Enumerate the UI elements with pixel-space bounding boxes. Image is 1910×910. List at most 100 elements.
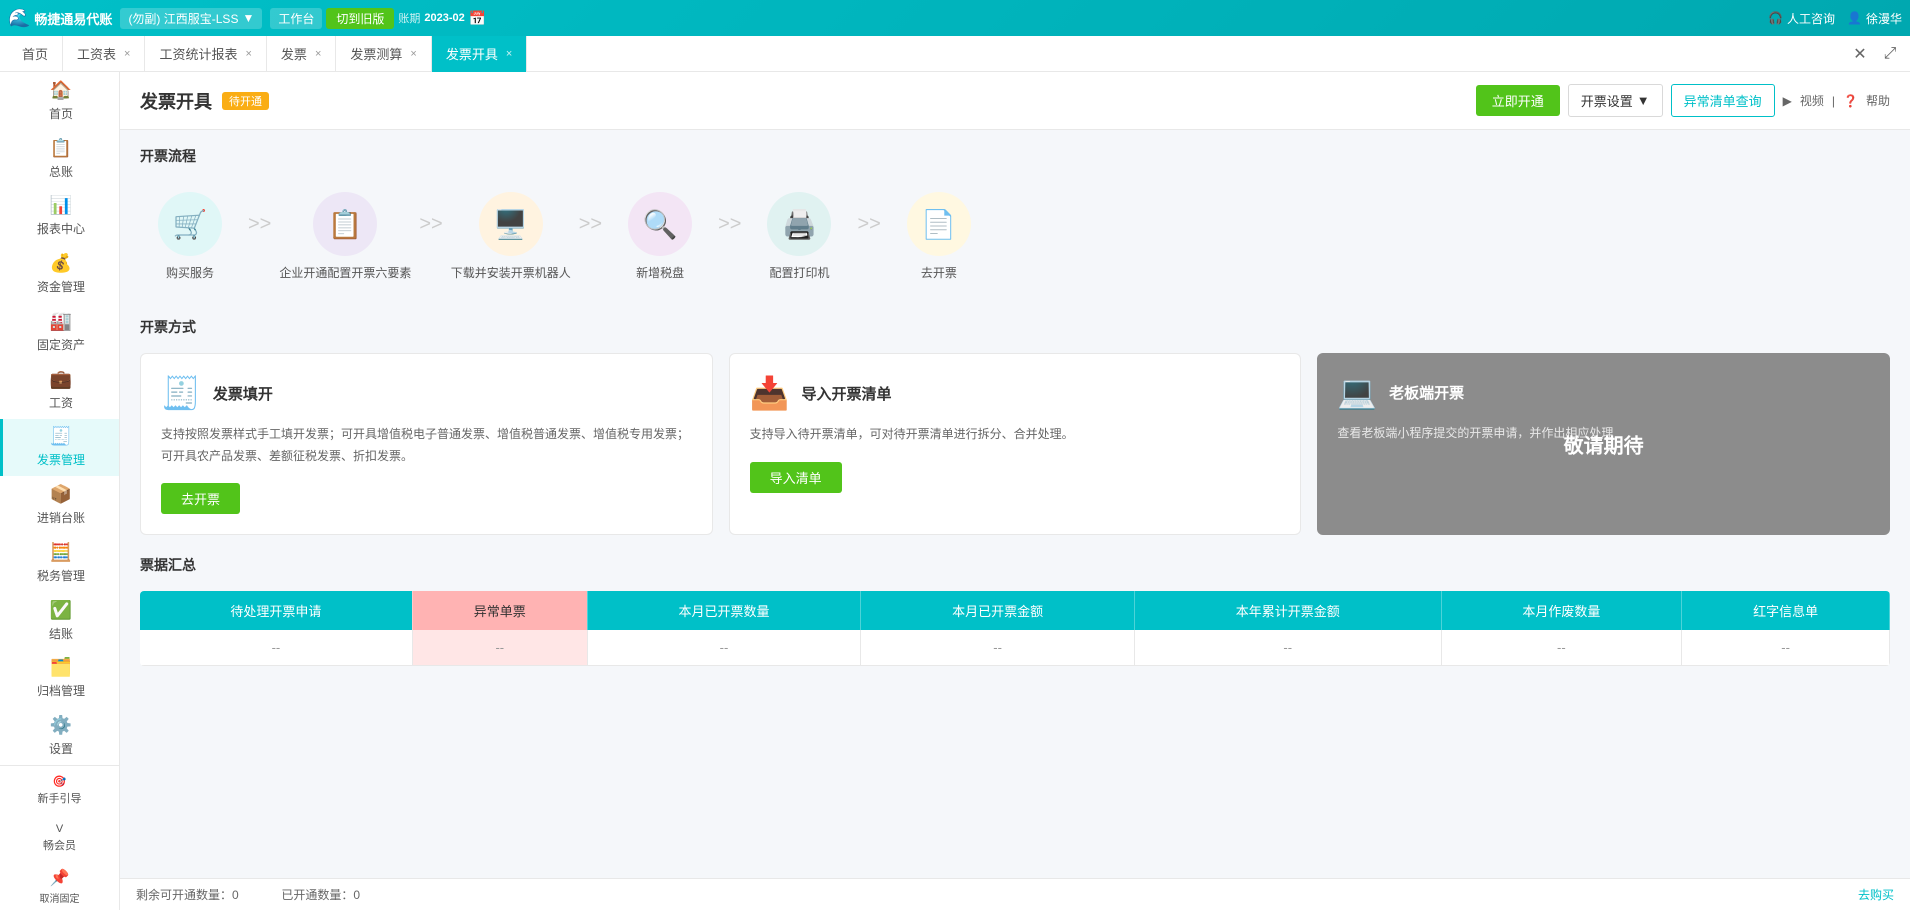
vip-icon: V xyxy=(56,823,63,835)
assets-icon: 🏭 xyxy=(50,311,72,332)
methods-grid: 🧾 发票填开 支持按照发票样式手工填开发票；可开具增值税电子普通发票、增值税普通… xyxy=(140,353,1890,535)
help-area: ▶ 视频 | ❓ 帮助 xyxy=(1783,92,1890,109)
nav-tabs-bar: 首页 工资表 × 工资统计报表 × 发票 × 发票测算 × 发票开具 × ✕ ⤢ xyxy=(0,36,1910,72)
stats-cell-today-amount: -- xyxy=(861,630,1135,666)
company-selector[interactable]: (勿副) 江西服宝-LSS ▼ xyxy=(120,8,262,29)
method-card-manual: 🧾 发票填开 支持按照发票样式手工填开发票；可开具增值税电子普通发票、增值税普通… xyxy=(140,353,713,535)
query-btn[interactable]: 异常清单查询 xyxy=(1671,84,1775,117)
reports-icon: 📊 xyxy=(50,195,72,216)
stats-cell-void-count: -- xyxy=(1441,630,1682,666)
sidebar-item-settlement[interactable]: ✅ 结账 xyxy=(0,592,119,650)
tab-salary[interactable]: 工资表 × xyxy=(63,36,145,72)
stats-header-abnormal: 异常单票 xyxy=(412,591,587,630)
sidebar-item-guide[interactable]: 🎯 新手引导 xyxy=(0,766,119,814)
sidebar-item-pin[interactable]: 📌 取消固定 xyxy=(0,862,119,910)
tab-home[interactable]: 首页 xyxy=(8,36,63,72)
stats-cell-today-count: -- xyxy=(587,630,861,666)
chevron-down-icon: ▼ xyxy=(1637,93,1650,108)
manual-fill-btn[interactable]: 去开票 xyxy=(161,483,240,514)
process-flow-title: 开票流程 xyxy=(140,146,1890,166)
pin-icon: 📌 xyxy=(50,868,70,888)
arrow-2: >> xyxy=(419,213,442,260)
switch-old-btn[interactable]: 切到旧版 xyxy=(326,8,394,29)
calendar-icon[interactable]: 📅 xyxy=(469,10,486,27)
top-bar-left: 🌊 畅捷通易代账 (勿副) 江西服宝-LSS ▼ 工作台 切到旧版 账期 202… xyxy=(8,8,486,29)
opening-methods-section: 开票方式 🧾 发票填开 支持按照发票样式手工填开发票；可开具增值税电子普通发票、… xyxy=(120,317,1910,551)
top-bar: 🌊 畅捷通易代账 (勿副) 江西服宝-LSS ▼ 工作台 切到旧版 账期 202… xyxy=(0,0,1910,36)
stats-header-pending: 待处理开票申请 xyxy=(140,591,412,630)
page-header: 发票开具 待开通 立即开通 开票设置 ▼ 异常清单查询 ▶ 视频 | ❓ 帮助 xyxy=(120,72,1910,130)
guide-icon: 🎯 xyxy=(53,775,67,788)
app-logo: 🌊 畅捷通易代账 xyxy=(8,8,112,29)
printer-label: 配置打印机 xyxy=(769,264,829,281)
tab-salary-report[interactable]: 工资统计报表 × xyxy=(145,36,266,72)
period-label: 账期 xyxy=(398,10,420,26)
service-btn[interactable]: 🎧 人工咨询 xyxy=(1768,10,1835,27)
top-bar-right: 🎧 人工咨询 👤 徐漫华 xyxy=(1768,10,1902,27)
sidebar-item-salary[interactable]: 💼 工资 xyxy=(0,361,119,419)
stats-table: 待处理开票申请 异常单票 本月已开票数量 本月已开票金额 本年累计开票金额 本月… xyxy=(140,591,1890,666)
method-card-boss: 💻 老板端开票 查看老板端小程序提交的开票申请，并作出相应处理 敬请期待 xyxy=(1317,353,1890,535)
sidebar-item-assets[interactable]: 🏭 固定资产 xyxy=(0,303,119,361)
buy-service-circle: 🛒 xyxy=(158,192,222,256)
sidebar-item-settings[interactable]: ⚙️ 设置 xyxy=(0,707,119,765)
process-step-taxdisk: 🔍 新增税盘 xyxy=(610,192,710,281)
sidebar-item-home[interactable]: 🏠 首页 xyxy=(0,72,119,130)
sidebar-item-invoice-mgmt[interactable]: 🧾 发票管理 xyxy=(0,419,119,477)
close-tab-invoice-open[interactable]: × xyxy=(506,48,512,60)
stats-section: 票据汇总 待处理开票申请 异常单票 本月已开票数量 本月已开票金额 本年累计开票… xyxy=(120,551,1910,682)
activate-btn[interactable]: 立即开通 xyxy=(1476,85,1560,116)
sidebar-item-reports[interactable]: 📊 报表中心 xyxy=(0,188,119,246)
taxdisk-icon: 🔍 xyxy=(643,208,678,241)
manual-fill-icon: 🧾 xyxy=(161,374,201,412)
workspace-btn[interactable]: 工作台 xyxy=(270,8,322,29)
period-value: 2023-02 xyxy=(424,12,464,24)
manual-fill-desc: 支持按照发票样式手工填开发票；可开具增值税电子普通发票、增值税普通发票、增值税专… xyxy=(161,424,692,467)
stats-title: 票据汇总 xyxy=(140,555,1890,575)
close-tab-invoice[interactable]: × xyxy=(315,48,321,60)
import-list-btn[interactable]: 导入清单 xyxy=(750,462,842,493)
invoice-mgmt-icon: 🧾 xyxy=(50,426,72,447)
user-profile[interactable]: 👤 徐漫华 xyxy=(1847,10,1902,27)
close-tab-invoice-calc[interactable]: × xyxy=(410,48,416,60)
sidebar-item-tax[interactable]: 🧮 税务管理 xyxy=(0,534,119,592)
import-list-title: 导入开票清单 xyxy=(802,383,892,404)
chevron-down-icon: ▼ xyxy=(242,11,254,25)
settings-btn[interactable]: 开票设置 ▼ xyxy=(1568,84,1663,117)
home-icon: 🏠 xyxy=(50,80,72,101)
arrow-5: >> xyxy=(857,213,880,260)
close-tab-salary-report[interactable]: × xyxy=(245,48,251,60)
top-bar-actions: 工作台 切到旧版 账期 2023-02 📅 xyxy=(270,8,486,29)
archive-icon: 🗂️ xyxy=(50,657,72,678)
stats-header-year-amount: 本年累计开票金额 xyxy=(1134,591,1441,630)
page-title: 发票开具 xyxy=(140,88,212,114)
sidebar-item-purchase-sale[interactable]: 📦 进销台账 xyxy=(0,476,119,534)
buy-service-label: 购买服务 xyxy=(166,264,214,281)
taxdisk-circle: 🔍 xyxy=(628,192,692,256)
printer-circle: 🖨️ xyxy=(767,192,831,256)
sidebar-item-archive[interactable]: 🗂️ 归档管理 xyxy=(0,650,119,708)
sidebar-item-ledger[interactable]: 📋 总账 xyxy=(0,130,119,188)
boss-terminal-title: 老板端开票 xyxy=(1389,382,1464,403)
buy-link[interactable]: 去购买 xyxy=(1858,886,1894,903)
method-card-import-header: 📥 导入开票清单 xyxy=(750,374,1281,412)
ledger-icon: 📋 xyxy=(50,138,72,159)
arrow-4: >> xyxy=(718,213,741,260)
tab-invoice-open[interactable]: 发票开具 × xyxy=(432,36,527,72)
settlement-icon: ✅ xyxy=(50,600,72,621)
sidebar-item-funds[interactable]: 💰 资金管理 xyxy=(0,245,119,303)
tab-invoice[interactable]: 发票 × xyxy=(267,36,336,72)
close-tab-salary[interactable]: × xyxy=(124,48,130,60)
opening-methods-title: 开票方式 xyxy=(140,317,1890,337)
sidebar-item-vip[interactable]: V 畅会员 xyxy=(0,814,119,862)
config-icon: 📋 xyxy=(328,208,363,241)
status-badge: 待开通 xyxy=(222,92,269,110)
restore-btn[interactable]: ⤢ xyxy=(1878,42,1902,66)
tax-icon: 🧮 xyxy=(50,542,72,563)
salary-icon: 💼 xyxy=(50,369,72,390)
bottom-bar: 剩余可开通数量：0 已开通数量：0 去购买 xyxy=(120,878,1910,910)
funds-icon: 💰 xyxy=(50,253,72,274)
close-all-tabs-btn[interactable]: ✕ xyxy=(1848,42,1872,66)
manual-fill-title: 发票填开 xyxy=(213,383,273,404)
tab-invoice-calc[interactable]: 发票测算 × xyxy=(336,36,431,72)
